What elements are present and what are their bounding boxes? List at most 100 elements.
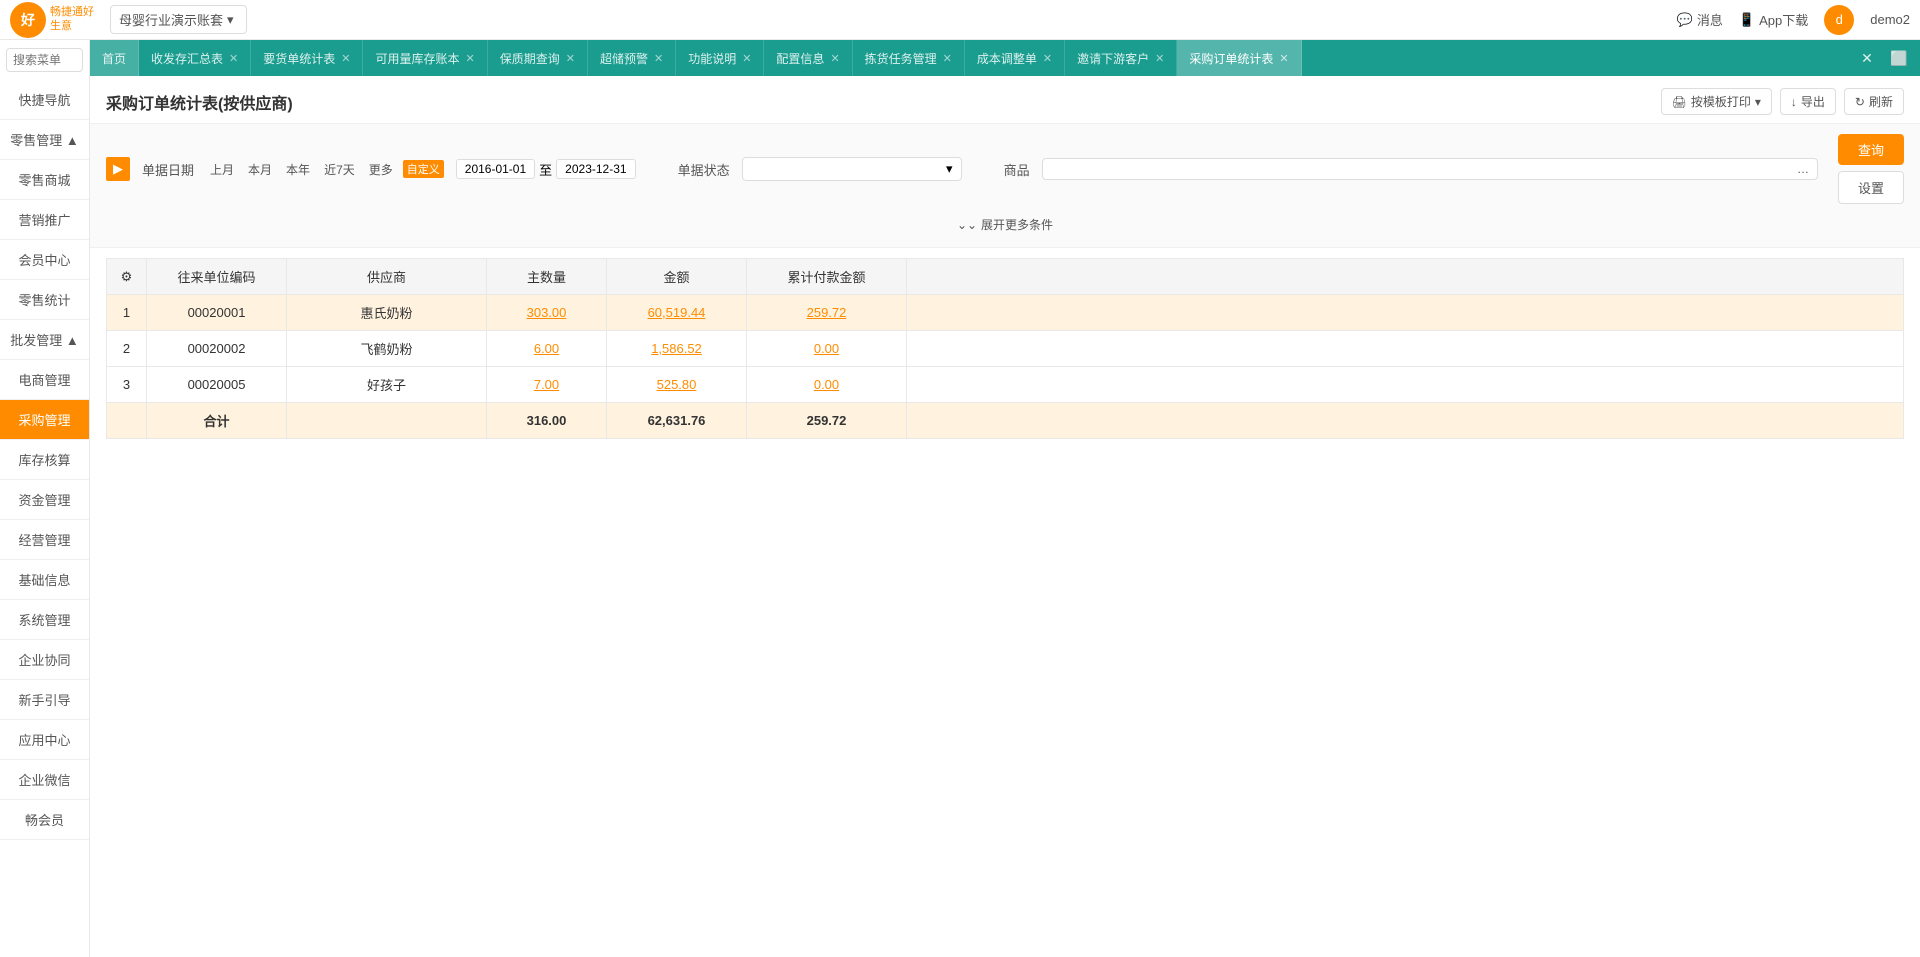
sidebar-item-label: 企业协同 (18, 650, 70, 669)
date-this-year[interactable]: 本年 (282, 160, 314, 179)
table-footer-row: 合计 316.00 62,631.76 259.72 (107, 403, 1904, 439)
page-content: 采购订单统计表(按供应商) 🖨 按模板打印 ▾ ↓ 导出 ↻ (90, 76, 1920, 957)
tab-receive-summary[interactable]: 收发存汇总表 ✕ (139, 40, 251, 76)
sidebar-item-label: 零售统计 (18, 290, 70, 309)
sidebar-item-quick-nav[interactable]: 快捷导航 (0, 80, 89, 120)
row-supplier: 飞鹤奶粉 (287, 331, 487, 367)
restore-tab-button[interactable]: ⬜ (1886, 45, 1912, 71)
sidebar-item-finance[interactable]: 资金管理 (0, 480, 89, 520)
sidebar-item-member[interactable]: 畅会员 (0, 800, 89, 840)
setting-button[interactable]: 设置 (1838, 171, 1904, 204)
product-input[interactable]: … (1042, 158, 1818, 180)
sidebar-item-retail[interactable]: 零售管理 ▲ (0, 120, 89, 160)
sidebar-item-purchase[interactable]: 采购管理 (0, 400, 89, 440)
close-icon[interactable]: ✕ (466, 52, 475, 65)
footer-qty: 316.00 (487, 403, 607, 439)
row-amount: 525.80 (607, 367, 747, 403)
collapse-icon: ▶ (113, 161, 123, 177)
sidebar-item-wholesale[interactable]: 批发管理 ▲ (0, 320, 89, 360)
tab-overstock-warning[interactable]: 超储预警 ✕ (588, 40, 676, 76)
table-row[interactable]: 3 00020005 好孩子 7.00 525.80 0.00 (107, 367, 1904, 403)
tab-purchase-stats[interactable]: 采购订单统计表 ✕ (1177, 40, 1301, 76)
date-filter-label: 单据日期 (142, 160, 194, 179)
table-row[interactable]: 1 00020001 惠氏奶粉 303.00 60,519.44 259.72 (107, 295, 1904, 331)
sidebar-item-enterprise-wechat[interactable]: 企业微信 (0, 760, 89, 800)
sidebar-item-enterprise[interactable]: 企业协同 (0, 640, 89, 680)
tab-label: 收发存汇总表 (151, 50, 223, 67)
date-custom-tag[interactable]: 自定义 (403, 160, 444, 178)
collapse-filter-button[interactable]: ▶ (106, 157, 130, 181)
close-icon[interactable]: ✕ (229, 52, 238, 65)
export-label: 导出 (1801, 93, 1825, 110)
row-code: 00020002 (147, 331, 287, 367)
sidebar-item-label: 经营管理 (18, 530, 70, 549)
sidebar-item-retail-stats[interactable]: 零售统计 (0, 280, 89, 320)
tab-invite-downstream[interactable]: 邀请下游客户 ✕ (1065, 40, 1177, 76)
search-input[interactable] (6, 48, 83, 72)
main-layout: 快捷导航 零售管理 ▲ 零售商城 营销推广 会员中心 零售统计 批发管理 ▲ 电… (0, 40, 1920, 957)
status-select[interactable]: ▾ (742, 157, 962, 181)
sidebar-item-retail-shop[interactable]: 零售商城 (0, 160, 89, 200)
sidebar-item-label: 库存核算 (18, 450, 70, 469)
print-icon: 🖨 (1672, 95, 1687, 109)
close-icon[interactable]: ✕ (1279, 52, 1288, 65)
date-7days[interactable]: 近7天 (320, 160, 359, 179)
app-download-button[interactable]: 📱 App下载 (1739, 10, 1808, 29)
tab-expiry-query[interactable]: 保质期查询 ✕ (488, 40, 588, 76)
expand-label: 展开更多条件 (981, 216, 1053, 233)
close-icon[interactable]: ✕ (566, 52, 575, 65)
sidebar-item-inventory[interactable]: 库存核算 (0, 440, 89, 480)
app-container: 好 畅捷通好生意 母婴行业演示账套 ▾ 💬 消息 📱 App下载 d demo2 (0, 0, 1920, 957)
messages-button[interactable]: 💬 消息 (1677, 10, 1723, 29)
sidebar-item-basic-info[interactable]: 基础信息 (0, 560, 89, 600)
date-this-month[interactable]: 本月 (244, 160, 276, 179)
footer-label: 合计 (147, 403, 287, 439)
query-button[interactable]: 查询 (1838, 134, 1904, 165)
export-button[interactable]: ↓ 导出 (1780, 88, 1836, 115)
close-icon[interactable]: ✕ (943, 52, 952, 65)
sidebar-item-label: 会员中心 (18, 250, 70, 269)
date-from[interactable]: 2016-01-01 (456, 159, 535, 179)
workspace-dropdown-icon: ▾ (227, 12, 234, 28)
close-icon[interactable]: ✕ (830, 52, 839, 65)
tab-pick-task[interactable]: 拣货任务管理 ✕ (853, 40, 965, 76)
date-last-month[interactable]: 上月 (206, 160, 238, 179)
sidebar-item-label: 系统管理 (18, 610, 70, 629)
expand-more-button[interactable]: ⌄⌄ 展开更多条件 (106, 212, 1904, 237)
close-icon[interactable]: ✕ (654, 52, 663, 65)
date-to[interactable]: 2023-12-31 (556, 159, 635, 179)
date-separator: 至 (539, 160, 552, 179)
sidebar-item-system[interactable]: 系统管理 (0, 600, 89, 640)
tab-cost-adjust[interactable]: 成本调整单 ✕ (965, 40, 1065, 76)
print-button[interactable]: 🖨 按模板打印 ▾ (1661, 88, 1772, 115)
sidebar-item-label: 批发管理 ▲ (10, 330, 78, 349)
sidebar-item-label: 营销推广 (18, 210, 70, 229)
page-title: 采购订单统计表(按供应商) (106, 90, 293, 114)
tab-order-stats[interactable]: 要货单统计表 ✕ (251, 40, 363, 76)
close-icon[interactable]: ✕ (341, 52, 350, 65)
close-icon[interactable]: ✕ (1043, 52, 1052, 65)
sidebar-item-members[interactable]: 会员中心 (0, 240, 89, 280)
footer-paid: 259.72 (747, 403, 907, 439)
table-row[interactable]: 2 00020002 飞鹤奶粉 6.00 1,586.52 0.00 (107, 331, 1904, 367)
sidebar-item-marketing[interactable]: 营销推广 (0, 200, 89, 240)
close-icon[interactable]: ✕ (742, 52, 751, 65)
tab-function-desc[interactable]: 功能说明 ✕ (676, 40, 764, 76)
user-avatar[interactable]: d (1824, 5, 1854, 35)
close-icon[interactable]: ✕ (1155, 52, 1164, 65)
row-extra (907, 331, 1904, 367)
date-more[interactable]: 更多 (365, 160, 397, 179)
sidebar-item-ecommerce[interactable]: 电商管理 (0, 360, 89, 400)
sidebar-item-newbie[interactable]: 新手引导 (0, 680, 89, 720)
sidebar-item-app-center[interactable]: 应用中心 (0, 720, 89, 760)
tab-home[interactable]: 首页 (90, 40, 139, 76)
row-paid: 0.00 (747, 367, 907, 403)
header-actions: 🖨 按模板打印 ▾ ↓ 导出 ↻ 刷新 (1661, 88, 1904, 115)
close-tab-button[interactable]: ✕ (1854, 45, 1880, 71)
tab-available-inventory[interactable]: 可用量库存账本 ✕ (363, 40, 487, 76)
tab-config-info[interactable]: 配置信息 ✕ (764, 40, 852, 76)
refresh-button[interactable]: ↻ 刷新 (1844, 88, 1904, 115)
settings-icon[interactable]: ⚙ (121, 269, 133, 284)
workspace-selector[interactable]: 母婴行业演示账套 ▾ (110, 5, 247, 34)
sidebar-item-operations[interactable]: 经营管理 (0, 520, 89, 560)
